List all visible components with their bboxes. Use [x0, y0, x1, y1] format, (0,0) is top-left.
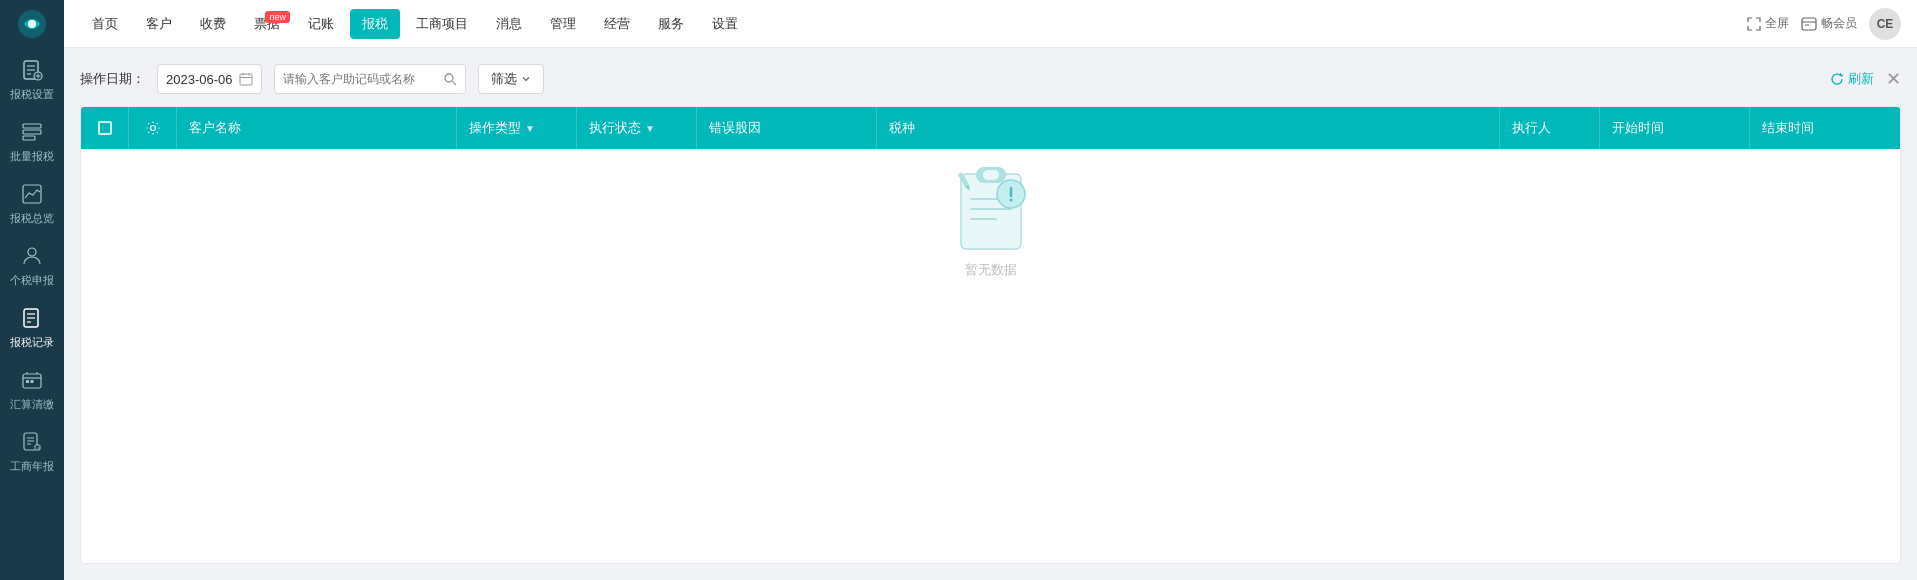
svg-text:年: 年	[37, 446, 41, 451]
svg-point-48	[1009, 199, 1012, 202]
th-settings[interactable]	[129, 107, 177, 149]
settlement-icon	[18, 366, 46, 394]
fullscreen-button[interactable]: 全屏	[1747, 15, 1789, 32]
chevron-down-icon	[521, 74, 531, 84]
th-error-reason: 错误股因	[697, 107, 877, 149]
select-all-checkbox[interactable]	[98, 121, 112, 135]
search-box	[274, 64, 466, 94]
th-op-type[interactable]: 操作类型 ▼	[457, 107, 577, 149]
fullscreen-icon	[1747, 17, 1761, 31]
nav-customer[interactable]: 客户	[134, 9, 184, 39]
th-exec-status[interactable]: 执行状态 ▼	[577, 107, 697, 149]
svg-rect-22	[26, 380, 29, 383]
svg-point-39	[150, 126, 155, 131]
nav-invoice[interactable]: 票据 new	[242, 9, 292, 39]
nav-settings[interactable]: 设置	[700, 9, 750, 39]
empty-text: 暂无数据	[965, 261, 1017, 279]
sort-icon-exec-status: ▼	[645, 123, 655, 134]
sidebar-item-personal-tax[interactable]: 个税申报	[0, 234, 64, 296]
table-body: 暂无数据	[81, 149, 1900, 563]
sidebar-item-tax-records[interactable]: 报税记录	[0, 296, 64, 358]
sidebar-item-label: 汇算清缴	[10, 397, 54, 412]
svg-line-38	[452, 82, 456, 86]
sidebar-item-label: 批量报税	[10, 149, 54, 164]
nav-home[interactable]: 首页	[80, 9, 130, 39]
nav-services[interactable]: 服务	[646, 9, 696, 39]
page-content: 操作日期： 2023-06-06	[64, 48, 1917, 580]
annual-report-icon: 年	[18, 428, 46, 456]
nav-operations[interactable]: 经营	[592, 9, 642, 39]
sort-icon-op-type: ▼	[525, 123, 535, 134]
tax-settings-icon	[18, 56, 46, 84]
nav-tax[interactable]: 报税	[350, 9, 400, 39]
nav-billing[interactable]: 收费	[188, 9, 238, 39]
top-navigation: 首页 客户 收费 票据 new 记账 报税 工商项目 消息 管理 经营 服务 设…	[64, 0, 1917, 48]
svg-rect-30	[1802, 18, 1816, 30]
th-tax-type: 税种	[877, 107, 1500, 149]
tax-records-icon	[18, 304, 46, 332]
sidebar-item-tax-settings[interactable]: 报税设置	[0, 48, 64, 110]
sidebar: 报税设置 批量报税 报税总览 个税申报	[0, 0, 64, 580]
sidebar-item-label: 报税设置	[10, 87, 54, 102]
refresh-icon	[1830, 72, 1844, 86]
sidebar-item-label: 个税申报	[10, 273, 54, 288]
search-icon	[443, 72, 457, 86]
toolbar: 操作日期： 2023-06-06	[80, 64, 1901, 94]
personal-tax-icon	[18, 242, 46, 270]
refresh-button[interactable]: 刷新	[1830, 70, 1874, 88]
date-picker[interactable]: 2023-06-06	[157, 64, 262, 94]
member-button[interactable]: 畅会员	[1801, 15, 1857, 32]
settings-icon	[145, 120, 161, 136]
sidebar-logo	[0, 0, 64, 48]
svg-rect-33	[240, 74, 252, 85]
main-content: 首页 客户 收费 票据 new 记账 报税 工商项目 消息 管理 经营 服务 设…	[64, 0, 1917, 580]
calendar-icon	[239, 72, 253, 86]
nav-bookkeeping[interactable]: 记账	[296, 9, 346, 39]
nav-business[interactable]: 工商项目	[404, 9, 480, 39]
svg-rect-42	[983, 170, 999, 180]
svg-rect-23	[31, 380, 34, 383]
empty-icon	[941, 149, 1041, 249]
avatar[interactable]: CE	[1869, 8, 1901, 40]
table-header: 客户名称 操作类型 ▼ 执行状态 ▼ 错误股因 税种 执行人	[81, 107, 1900, 149]
sidebar-item-label: 工商年报	[10, 459, 54, 474]
member-icon	[1801, 17, 1817, 31]
th-customer: 客户名称	[177, 107, 457, 149]
sidebar-item-label: 报税记录	[10, 335, 54, 350]
close-button[interactable]: ✕	[1886, 70, 1901, 88]
topnav-right: 全屏 畅会员 CE	[1747, 8, 1901, 40]
empty-state: 暂无数据	[81, 149, 1900, 279]
sidebar-item-settlement[interactable]: 汇算清缴	[0, 358, 64, 420]
svg-rect-11	[23, 136, 35, 140]
date-value: 2023-06-06	[166, 72, 233, 87]
th-executor: 执行人	[1500, 107, 1600, 149]
svg-point-37	[445, 74, 453, 82]
svg-rect-10	[23, 130, 41, 134]
search-button[interactable]	[435, 64, 465, 94]
svg-rect-9	[23, 124, 41, 128]
sidebar-item-label: 报税总览	[10, 211, 54, 226]
nav-management[interactable]: 管理	[538, 9, 588, 39]
batch-tax-icon	[18, 118, 46, 146]
filter-button[interactable]: 筛选	[478, 64, 544, 94]
date-label: 操作日期：	[80, 70, 145, 88]
toolbar-right: 刷新 ✕	[1830, 70, 1901, 88]
search-input[interactable]	[275, 72, 435, 86]
invoice-badge: new	[265, 11, 290, 24]
nav-messages[interactable]: 消息	[484, 9, 534, 39]
th-start-time: 开始时间	[1600, 107, 1750, 149]
data-table: 客户名称 操作类型 ▼ 执行状态 ▼ 错误股因 税种 执行人	[80, 106, 1901, 564]
svg-point-13	[28, 248, 36, 256]
tax-overview-icon	[18, 180, 46, 208]
sidebar-item-annual-report[interactable]: 年 工商年报	[0, 420, 64, 482]
svg-point-1	[28, 20, 36, 28]
avatar-text: CE	[1877, 17, 1894, 31]
sidebar-item-batch-tax[interactable]: 批量报税	[0, 110, 64, 172]
th-checkbox[interactable]	[81, 107, 129, 149]
sidebar-item-tax-overview[interactable]: 报税总览	[0, 172, 64, 234]
th-end-time: 结束时间	[1750, 107, 1900, 149]
refresh-label: 刷新	[1848, 70, 1874, 88]
